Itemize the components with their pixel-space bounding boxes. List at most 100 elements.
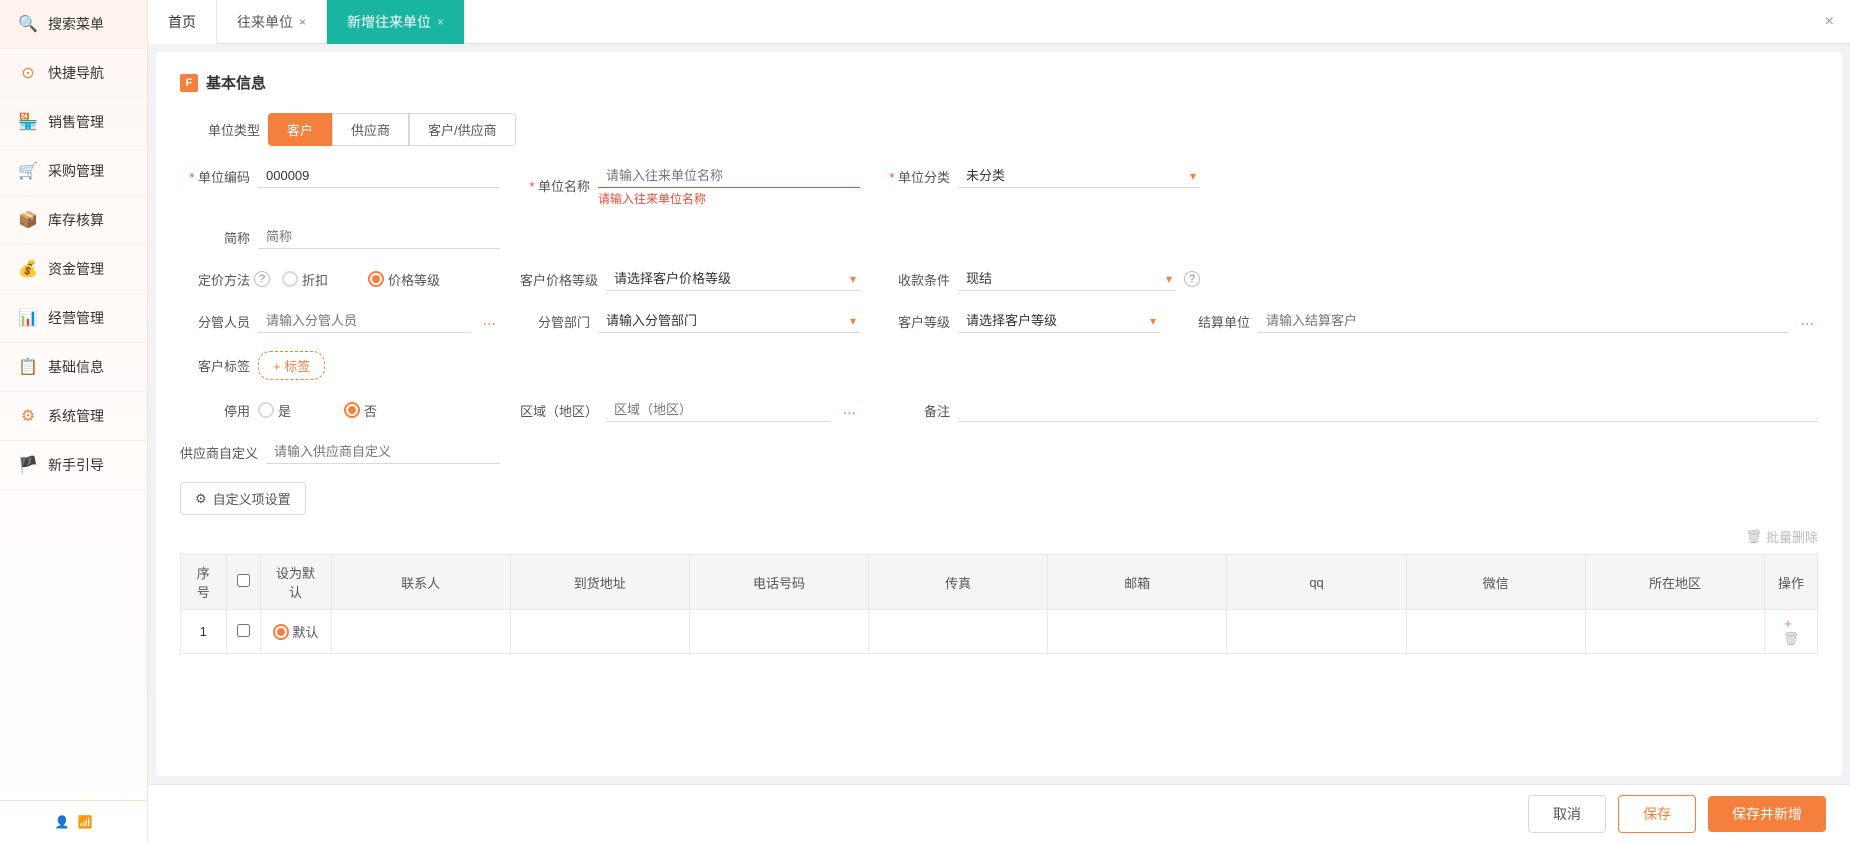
system-icon: ⚙ xyxy=(18,406,38,426)
disabled-radio-group: 是 否 xyxy=(258,401,414,420)
unit-btn-supplier[interactable]: 供应商 xyxy=(332,113,409,146)
payment-terms-help[interactable]: ? xyxy=(1184,271,1200,287)
close-all-tabs[interactable]: × xyxy=(1809,13,1850,31)
row-default-label: 默认 xyxy=(293,622,319,641)
sidebar-item-business[interactable]: 📊 经营管理 xyxy=(0,294,147,343)
add-tag-button[interactable]: + 标签 xyxy=(258,351,325,380)
customer-level-select[interactable]: 请选择客户等级 xyxy=(958,309,1160,332)
basic-icon: 📋 xyxy=(18,357,38,377)
select-all-checkbox[interactable] xyxy=(237,574,250,587)
row-supplier-custom: 供应商自定义 xyxy=(180,440,1818,464)
wechat-input[interactable] xyxy=(1417,624,1575,639)
home-icon: ⊙ xyxy=(18,63,38,83)
unit-code-input[interactable] xyxy=(258,164,500,188)
th-address: 到货地址 xyxy=(510,555,689,610)
unit-btn-customer[interactable]: 客户 xyxy=(268,113,332,146)
td-seq: 1 xyxy=(181,610,227,654)
radio-disabled-yes[interactable]: 是 xyxy=(258,401,328,420)
bottom-bar: 取消 保存 保存并新增 xyxy=(148,784,1850,843)
row-customer-tag: 客户标签 + 标签 xyxy=(180,351,1818,380)
radio-disabled-yes-label: 是 xyxy=(278,401,291,420)
address-input[interactable] xyxy=(521,624,679,639)
sidebar-item-guide[interactable]: 🏴 新手引导 xyxy=(0,441,147,490)
business-icon: 📊 xyxy=(18,308,38,328)
contacts-table: 序号 设为默认 联系人 到货地址 电话号码 传真 邮箱 qq 微信 所在地区 操… xyxy=(180,554,1818,654)
sidebar-item-basic[interactable]: 📋 基础信息 xyxy=(0,343,147,392)
row-default-radio[interactable]: 默认 xyxy=(271,622,321,641)
row-checkbox[interactable] xyxy=(237,624,250,637)
td-phone[interactable] xyxy=(689,610,868,654)
radio-grade-label: 价格等级 xyxy=(388,270,440,289)
tab-partners-close[interactable]: × xyxy=(299,15,306,29)
field-manager: 分管人员 ... xyxy=(180,309,500,333)
unit-category-select[interactable]: 未分类 xyxy=(958,164,1200,187)
sidebar-item-finance[interactable]: 💰 资金管理 xyxy=(0,245,147,294)
save-new-button[interactable]: 保存并新增 xyxy=(1708,796,1826,832)
phone-input[interactable] xyxy=(700,624,858,639)
sidebar-item-sales[interactable]: 🏪 销售管理 xyxy=(0,98,147,147)
cancel-button[interactable]: 取消 xyxy=(1528,795,1606,833)
td-wechat[interactable] xyxy=(1406,610,1585,654)
sidebar-item-purchase[interactable]: 🛒 采购管理 xyxy=(0,147,147,196)
td-qq[interactable] xyxy=(1227,610,1406,654)
tab-new-partner-close[interactable]: × xyxy=(437,15,444,29)
batch-delete-area[interactable]: 🗑 批量删除 xyxy=(180,527,1818,546)
contact-input[interactable] xyxy=(342,624,500,639)
custom-settings-button[interactable]: ⚙ 自定义项设置 xyxy=(180,482,306,515)
th-fax: 传真 xyxy=(869,555,1048,610)
td-email[interactable] xyxy=(1048,610,1227,654)
pricing-method-help[interactable]: ? xyxy=(254,271,270,287)
unit-name-input[interactable] xyxy=(598,164,860,188)
region-more[interactable]: ... xyxy=(839,401,860,419)
field-settlement-unit: 结算单位 ... xyxy=(1180,309,1818,333)
tab-home[interactable]: 首页 xyxy=(148,0,217,44)
location-input[interactable] xyxy=(1596,624,1754,639)
customer-price-level-select[interactable]: 请选择客户价格等级 xyxy=(606,267,860,290)
tab-partners[interactable]: 往来单位 × xyxy=(217,0,327,44)
td-location[interactable] xyxy=(1585,610,1764,654)
row-disabled-region: 停用 是 否 区域（地区） ... 备注 xyxy=(180,398,1818,422)
manager-input[interactable] xyxy=(258,309,471,333)
radio-grade[interactable]: 价格等级 xyxy=(368,270,440,289)
radio-discount[interactable]: 折扣 xyxy=(282,270,352,289)
delete-row-icon[interactable]: 🗑 xyxy=(1783,631,1800,646)
field-remark: 备注 xyxy=(880,398,1818,422)
payment-terms-select[interactable]: 现结 xyxy=(958,267,1176,290)
td-address[interactable] xyxy=(510,610,689,654)
inventory-icon: 📦 xyxy=(18,210,38,230)
sidebar-item-inventory[interactable]: 📦 库存核算 xyxy=(0,196,147,245)
settlement-unit-input[interactable] xyxy=(1258,309,1789,333)
tab-new-partner[interactable]: 新增往来单位 × xyxy=(327,0,465,44)
remark-input[interactable] xyxy=(958,398,1818,422)
settlement-unit-more[interactable]: ... xyxy=(1797,312,1818,330)
field-customer-price-level: 客户价格等级 请选择客户价格等级 ▾ xyxy=(520,267,860,291)
tab-partners-label: 往来单位 xyxy=(237,12,293,32)
unit-type-row: 单位类型 客户 供应商 客户/供应商 xyxy=(180,113,1818,146)
add-row-icon[interactable]: + xyxy=(1784,616,1792,631)
td-fax[interactable] xyxy=(869,610,1048,654)
signal-icon: 📶 xyxy=(78,815,93,829)
sidebar-item-label: 基础信息 xyxy=(48,357,104,377)
manager-more[interactable]: ... xyxy=(479,312,500,330)
radio-disabled-no[interactable]: 否 xyxy=(344,401,414,420)
guide-icon: 🏴 xyxy=(18,455,38,475)
td-contact[interactable] xyxy=(331,610,510,654)
table-header-row: 序号 设为默认 联系人 到货地址 电话号码 传真 邮箱 qq 微信 所在地区 操… xyxy=(181,555,1818,610)
td-check xyxy=(226,610,260,654)
row-manager: 分管人员 ... 分管部门 请输入分管部门 ▾ 客户等级 请选择客户等级 ▾ 结… xyxy=(180,309,1818,333)
radio-discount-label: 折扣 xyxy=(302,270,328,289)
sidebar-item-system[interactable]: ⚙ 系统管理 xyxy=(0,392,147,441)
email-input[interactable] xyxy=(1058,624,1216,639)
fax-input[interactable] xyxy=(879,624,1037,639)
unit-btn-both[interactable]: 客户/供应商 xyxy=(409,113,516,146)
section-title-text: 基本信息 xyxy=(206,72,266,93)
qq-input[interactable] xyxy=(1237,624,1395,639)
save-button[interactable]: 保存 xyxy=(1618,795,1696,833)
sidebar-item-search[interactable]: 🔍 搜索菜单 xyxy=(0,0,147,49)
region-input[interactable] xyxy=(606,398,831,422)
abbreviation-input[interactable] xyxy=(258,225,500,249)
supplier-custom-input[interactable] xyxy=(266,440,500,464)
department-select[interactable]: 请输入分管部门 xyxy=(598,309,860,332)
sidebar-item-quicknav[interactable]: ⊙ 快捷导航 xyxy=(0,49,147,98)
sidebar-item-label: 库存核算 xyxy=(48,210,104,230)
